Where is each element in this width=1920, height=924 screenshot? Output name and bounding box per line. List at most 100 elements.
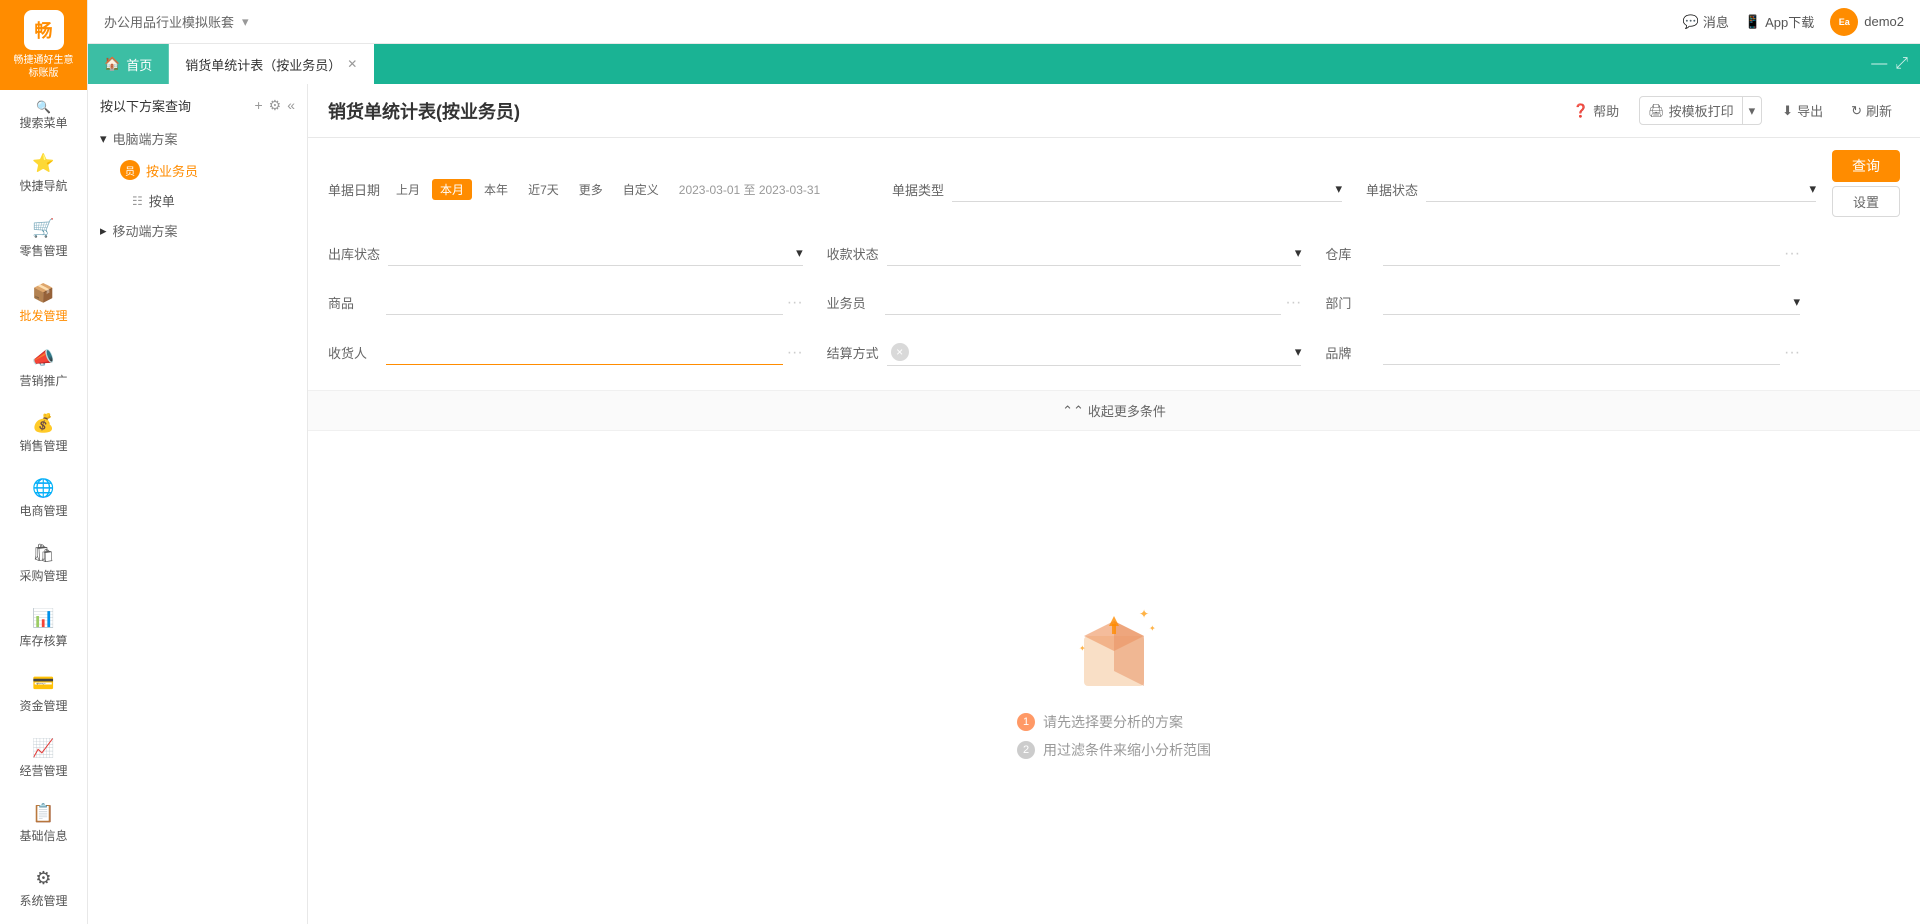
filter-date: 单据日期 上月 本月 本年 近7天 更多 自定义 2023-03-01 至 20…: [328, 179, 868, 200]
collapse-panel-btn[interactable]: «: [287, 97, 295, 114]
payment-clear-btn[interactable]: ×: [891, 343, 909, 361]
user-name-label: demo2: [1864, 14, 1904, 29]
export-btn[interactable]: ⬇ 导出: [1774, 97, 1831, 124]
sidebar-item-operation[interactable]: 📈 经营管理: [0, 726, 87, 791]
filter-doc-status: 单据状态: [1366, 177, 1816, 202]
recv-name-label: 收货人: [328, 343, 378, 362]
app-name-dropdown-icon[interactable]: ▾: [242, 14, 249, 30]
sidebar-item-wholesale[interactable]: 📦 批发管理: [0, 271, 87, 336]
user-avatar: Ea: [1830, 8, 1858, 36]
print-btn-group[interactable]: 🖨 按模板打印 ▾: [1639, 96, 1762, 125]
filter-section: 单据日期 上月 本月 本年 近7天 更多 自定义 2023-03-01 至 20…: [308, 138, 1920, 431]
scheme-group-pc: ▾ 电脑端方案 员 按业务员 ☷ 按单: [88, 123, 307, 215]
date-tab-custom[interactable]: 自定义: [615, 179, 667, 200]
goods-dots[interactable]: ···: [787, 294, 803, 312]
recv-name-input[interactable]: [386, 341, 783, 365]
print-icon: 🖨: [1648, 103, 1665, 119]
logo-icon: 畅: [24, 10, 64, 50]
message-label: 消息: [1703, 12, 1729, 31]
sidebar-item-basic[interactable]: 📋 基础信息: [0, 791, 87, 856]
main-area: 办公用品行业模拟账套 ▾ 💬 消息 📱 App下载 Ea demo2 🏠 首页: [88, 0, 1920, 924]
search-menu-btn[interactable]: 🔍 搜索菜单: [15, 90, 71, 141]
tip-num-1: 1: [1017, 713, 1035, 731]
sidebar-item-purchase[interactable]: 🛍 采购管理: [0, 531, 87, 596]
settings-scheme-btn[interactable]: ⚙: [269, 97, 282, 114]
payment-label: 结算方式: [827, 343, 879, 362]
tip-text-2: 用过滤条件来缩小分析范围: [1043, 740, 1211, 760]
print-main-btn[interactable]: 🖨 按模板打印: [1640, 97, 1743, 124]
date-tab-last-month[interactable]: 上月: [388, 179, 428, 200]
out-status-chevron: [796, 245, 803, 261]
svg-text:✦: ✦: [1149, 624, 1156, 633]
chevron-right-icon: ▸: [100, 223, 107, 239]
scheme-item-by-salesperson[interactable]: 员 按业务员: [88, 154, 307, 186]
salesperson-label: 业务员: [827, 293, 877, 312]
brand-input[interactable]: [1383, 341, 1780, 365]
dept-chevron: [1793, 294, 1800, 310]
collapse-btn[interactable]: ⌃⌃ 收起更多条件: [1050, 397, 1178, 424]
dept-select[interactable]: [1383, 290, 1800, 315]
help-btn[interactable]: ❓ 帮助: [1565, 97, 1627, 124]
tab-sales-stat[interactable]: 销货单统计表（按业务员） ✕: [169, 44, 374, 84]
recv-name-dots[interactable]: ···: [787, 344, 803, 362]
sidebar-item-operation-label: 经营管理: [19, 762, 67, 779]
empty-illustration: ✦ ✦ ✦: [1054, 596, 1174, 696]
date-tab-this-month[interactable]: 本月: [432, 179, 472, 200]
sidebar-item-inventory[interactable]: 📊 库存核算: [0, 596, 87, 661]
salesperson-scheme-icon: 员: [120, 160, 140, 180]
sales-icon: 💰: [32, 413, 54, 434]
settings-btn[interactable]: 设置: [1832, 186, 1900, 217]
warehouse-dots[interactable]: ···: [1784, 245, 1800, 263]
user-profile-btn[interactable]: Ea demo2: [1830, 8, 1904, 36]
sidebar-item-finance[interactable]: 💳 资金管理: [0, 661, 87, 726]
filter-row-3: 商品 ··· 业务员 ··· 部门: [328, 290, 1900, 327]
date-tab-this-year[interactable]: 本年: [476, 179, 516, 200]
date-tab-more[interactable]: 更多: [571, 179, 611, 200]
doc-status-select[interactable]: [1426, 177, 1816, 202]
help-label: 帮助: [1593, 101, 1619, 120]
refresh-icon: ↻: [1851, 103, 1862, 119]
sidebar-item-system-label: 系统管理: [19, 892, 67, 909]
sidebar-item-quick-nav[interactable]: ⭐ 快捷导航: [0, 141, 87, 206]
ecommerce-icon: 🌐: [32, 478, 54, 499]
sidebar-item-wholesale-label: 批发管理: [19, 307, 67, 324]
add-scheme-btn[interactable]: +: [254, 97, 262, 114]
warehouse-input[interactable]: [1383, 242, 1780, 266]
sidebar-item-ecommerce[interactable]: 🌐 电商管理: [0, 466, 87, 531]
filter-row-2-wrapper: 出库状态 收款状态: [308, 241, 1920, 278]
sidebar-item-ecommerce-label: 电商管理: [19, 502, 67, 519]
tab-home[interactable]: 🏠 首页: [88, 44, 169, 84]
sidebar-item-sales[interactable]: 💰 销售管理: [0, 401, 87, 466]
salesperson-dots[interactable]: ···: [1285, 294, 1301, 312]
payment-select[interactable]: ×: [887, 339, 1302, 366]
tab-minimize-icon[interactable]: —: [1871, 55, 1887, 73]
date-tab-7days[interactable]: 近7天: [520, 179, 567, 200]
filter-warehouse: 仓库 ···: [1325, 242, 1800, 266]
salesperson-input[interactable]: [885, 291, 1282, 315]
recv-status-select[interactable]: [887, 241, 1302, 266]
scheme-group-mobile-title[interactable]: ▸ 移动端方案: [88, 215, 307, 246]
sidebar-item-system[interactable]: ⚙ 系统管理: [0, 856, 87, 921]
sidebar-item-retail[interactable]: 🛒 零售管理: [0, 206, 87, 271]
sidebar-item-marketing[interactable]: 📣 营销推广: [0, 336, 87, 401]
left-panel-title: 按以下方案查询: [100, 96, 191, 115]
brand-dots[interactable]: ···: [1784, 344, 1800, 362]
scheme-sub-item-by-order[interactable]: ☷ 按单: [88, 186, 307, 215]
app-download-btn[interactable]: 📱 App下载: [1745, 12, 1814, 31]
mobile-scheme-label: 移动端方案: [113, 221, 178, 240]
message-btn[interactable]: 💬 消息: [1683, 12, 1729, 31]
tab-close-icon[interactable]: ✕: [347, 57, 357, 71]
goods-input[interactable]: [386, 291, 783, 315]
out-status-select[interactable]: [388, 241, 803, 266]
query-btn[interactable]: 查询: [1832, 150, 1900, 182]
tab-expand-icon[interactable]: ⤢: [1895, 55, 1908, 73]
refresh-btn[interactable]: ↻ 刷新: [1843, 97, 1900, 124]
doc-type-select[interactable]: [952, 177, 1342, 202]
export-label: 导出: [1797, 101, 1823, 120]
collapse-up-icon: ⌃⌃: [1062, 403, 1084, 419]
app-logo[interactable]: 畅 畅捷通好生意 标账版: [0, 0, 87, 90]
print-dropdown-btn[interactable]: ▾: [1743, 99, 1762, 123]
scheme-group-pc-title[interactable]: ▾ 电脑端方案: [88, 123, 307, 154]
doc-type-chevron: [1335, 181, 1342, 197]
sidebar-item-sales-label: 销售管理: [19, 437, 67, 454]
